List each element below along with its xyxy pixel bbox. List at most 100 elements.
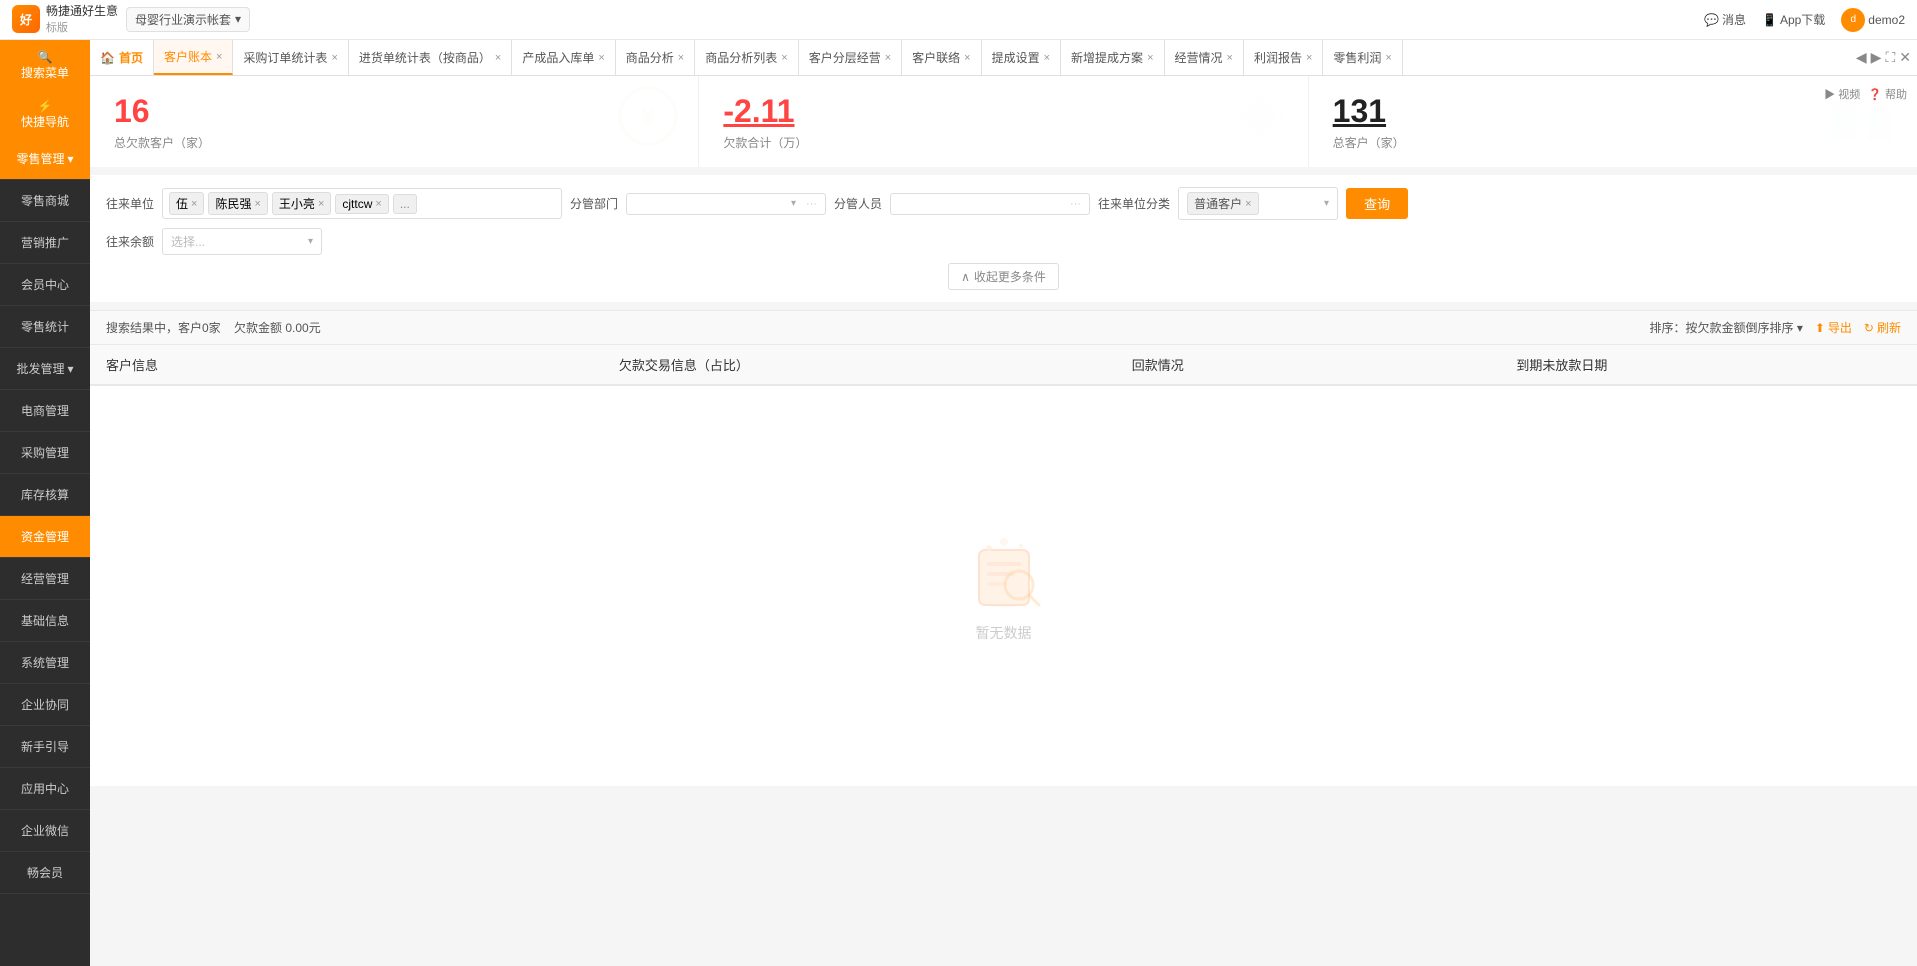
video-btn[interactable]: ▶ 视频 [1824, 86, 1860, 102]
tab-product-analysis-list[interactable]: 商品分析列表 × [695, 40, 798, 75]
collapse-btn[interactable]: ∧ 收起更多条件 [948, 263, 1059, 290]
sidebar-item-vip[interactable]: 畅会员 [0, 852, 90, 894]
filter-tag-more[interactable]: ... [393, 194, 417, 214]
query-button[interactable]: 查询 [1346, 188, 1408, 219]
col-repayment: 回款情况 [1132, 355, 1517, 374]
export-btn[interactable]: ⬆ 导出 [1815, 319, 1852, 336]
unit-tag-input[interactable]: 伍 × 陈民强 × 王小亮 × cjttcw × [162, 188, 562, 219]
tab-close-icon[interactable]: × [1306, 52, 1312, 64]
tab-home[interactable]: 🏠 首页 [90, 40, 154, 75]
tab-production[interactable]: 产成品入库单 × [512, 40, 615, 75]
tag-remove-icon[interactable]: × [375, 198, 381, 210]
tabs-next-icon[interactable]: ▶ [1871, 49, 1882, 66]
user-info[interactable]: d demo2 [1841, 8, 1905, 32]
dept-select[interactable]: ▾ ··· [626, 193, 826, 215]
app-download-btn[interactable]: 📱 App下载 [1762, 11, 1825, 28]
tab-product-analysis[interactable]: 商品分析 × [616, 40, 695, 75]
tab-retail-profit[interactable]: 零售利润 × [1323, 40, 1402, 75]
top-header: 好 畅捷通好生意 标版 母婴行业演示帐套 ▾ 💬 消息 📱 App下载 d de… [0, 0, 1917, 40]
tab-close-icon[interactable]: × [781, 52, 787, 64]
tab-profit-report[interactable]: 利润报告 × [1244, 40, 1323, 75]
filter-tag-wu[interactable]: 伍 × [169, 192, 204, 215]
tab-label: 经营情况 [1175, 49, 1223, 66]
filter-tag-cjttcw[interactable]: cjttcw × [335, 194, 388, 214]
header-left: 好 畅捷通好生意 标版 母婴行业演示帐套 ▾ [12, 4, 250, 34]
tab-close-icon[interactable]: × [1227, 52, 1233, 64]
sidebar-item-retail-shop[interactable]: 零售商城 [0, 180, 90, 222]
chevron-down-icon: ▾ [1324, 198, 1329, 209]
tab-inbound-stats[interactable]: 进货单统计表（按商品） × [349, 40, 512, 75]
help-btn[interactable]: ❓ 帮助 [1868, 86, 1907, 102]
tab-close-icon[interactable]: × [598, 52, 604, 64]
tab-label: 进货单统计表（按商品） [359, 49, 491, 66]
search-icon: 🔍 [6, 50, 84, 64]
home-icon: 🏠 [100, 51, 115, 65]
stat-value-debt: -2.11 [723, 92, 794, 130]
tab-close-icon[interactable]: × [216, 51, 222, 63]
unit-class-tag[interactable]: 普通客户 × [1187, 192, 1258, 215]
sidebar-quick-nav[interactable]: ⚡ 快捷导航 [0, 91, 90, 138]
sidebar-item-retail-stats[interactable]: 零售统计 [0, 306, 90, 348]
tab-operations[interactable]: 经营情况 × [1165, 40, 1244, 75]
sidebar-item-ecommerce[interactable]: 电商管理 [0, 390, 90, 432]
debt-amount-text: 欠款金额 0.00元 [234, 321, 321, 335]
stat-icon-money: ¥ [618, 86, 678, 158]
filter-tag-wang[interactable]: 王小亮 × [272, 192, 331, 215]
sidebar-item-member[interactable]: 会员中心 [0, 264, 90, 306]
page-content: 16 总欠款客户（家） ¥ -2.11 欠款合计（万） [90, 76, 1917, 966]
filter-person-label: 分管人员 [834, 195, 882, 212]
balance-select[interactable]: 选择... ▾ [162, 228, 322, 255]
tab-close-icon[interactable]: × [1147, 52, 1153, 64]
chevron-down-icon[interactable]: ▾ [1797, 321, 1803, 335]
tab-close-icon[interactable]: × [1385, 52, 1391, 64]
tag-remove-icon[interactable]: × [191, 198, 197, 210]
sidebar-search[interactable]: 🔍 搜索菜单 [0, 40, 90, 91]
tabs-close-icon[interactable]: ✕ [1899, 49, 1911, 66]
tab-close-icon[interactable]: × [885, 52, 891, 64]
tabs-maximize-icon[interactable]: ⛶ [1885, 49, 1895, 66]
tab-customer-tier[interactable]: 客户分层经营 × [799, 40, 902, 75]
sidebar-item-label: 零售统计 [21, 320, 69, 334]
sidebar-item-wholesale[interactable]: 批发管理 ▾ [0, 348, 90, 390]
tag-remove-icon[interactable]: × [318, 198, 324, 210]
sidebar-item-operations[interactable]: 经营管理 [0, 558, 90, 600]
tab-close-icon[interactable]: × [331, 52, 337, 64]
sidebar-item-enterprise[interactable]: 企业协同 [0, 684, 90, 726]
tab-purchase-order-stats[interactable]: 采购订单统计表 × [233, 40, 348, 75]
refresh-btn[interactable]: ↻ 刷新 [1864, 319, 1901, 336]
chevron-down-icon: ▾ [791, 198, 796, 209]
sidebar-item-finance[interactable]: 资金管理 [0, 516, 90, 558]
message-icon: 💬 [1704, 13, 1719, 27]
tab-close-icon[interactable]: × [1044, 52, 1050, 64]
stat-card-actions: ▶ 视频 ❓ 帮助 [1824, 86, 1907, 102]
sidebar-item-label: 经营管理 [21, 572, 69, 586]
sidebar-item-app-center[interactable]: 应用中心 [0, 768, 90, 810]
sort-text: 排序：按欠款金额倒序排序 [1649, 321, 1793, 335]
tab-close-icon[interactable]: × [678, 52, 684, 64]
sidebar-item-inventory[interactable]: 库存核算 [0, 474, 90, 516]
sidebar-item-basic-info[interactable]: 基础信息 [0, 600, 90, 642]
tab-commission-setting[interactable]: 提成设置 × [982, 40, 1061, 75]
tab-customer-contact[interactable]: 客户联络 × [902, 40, 981, 75]
filter-row-2: 往来余额 选择... ▾ [106, 228, 1901, 255]
sidebar-item-marketing[interactable]: 营销推广 [0, 222, 90, 264]
tab-close-icon[interactable]: × [495, 52, 501, 64]
filter-tag-chen[interactable]: 陈民强 × [208, 192, 267, 215]
sidebar-item-system[interactable]: 系统管理 [0, 642, 90, 684]
tab-customer-account[interactable]: 客户账本 × [154, 40, 233, 75]
person-select[interactable]: ··· [890, 193, 1090, 215]
sidebar-item-retail-mgmt[interactable]: 零售管理 ▾ [0, 138, 90, 180]
sidebar-item-guide[interactable]: 新手引导 [0, 726, 90, 768]
tab-new-commission[interactable]: 新增提成方案 × [1061, 40, 1164, 75]
tabs-prev-icon[interactable]: ◀ [1856, 49, 1867, 66]
filter-unit-label: 往来单位 [106, 195, 154, 212]
sidebar-item-wechat[interactable]: 企业微信 [0, 810, 90, 852]
tag-remove-icon[interactable]: × [1245, 198, 1251, 210]
header-right: 💬 消息 📱 App下载 d demo2 [1704, 8, 1905, 32]
industry-selector[interactable]: 母婴行业演示帐套 ▾ [126, 7, 250, 32]
tag-remove-icon[interactable]: × [254, 198, 260, 210]
tab-close-icon[interactable]: × [964, 52, 970, 64]
sidebar-item-purchase[interactable]: 采购管理 [0, 432, 90, 474]
message-btn[interactable]: 💬 消息 [1704, 11, 1746, 28]
unit-class-select[interactable]: 普通客户 × ▾ [1178, 187, 1338, 220]
